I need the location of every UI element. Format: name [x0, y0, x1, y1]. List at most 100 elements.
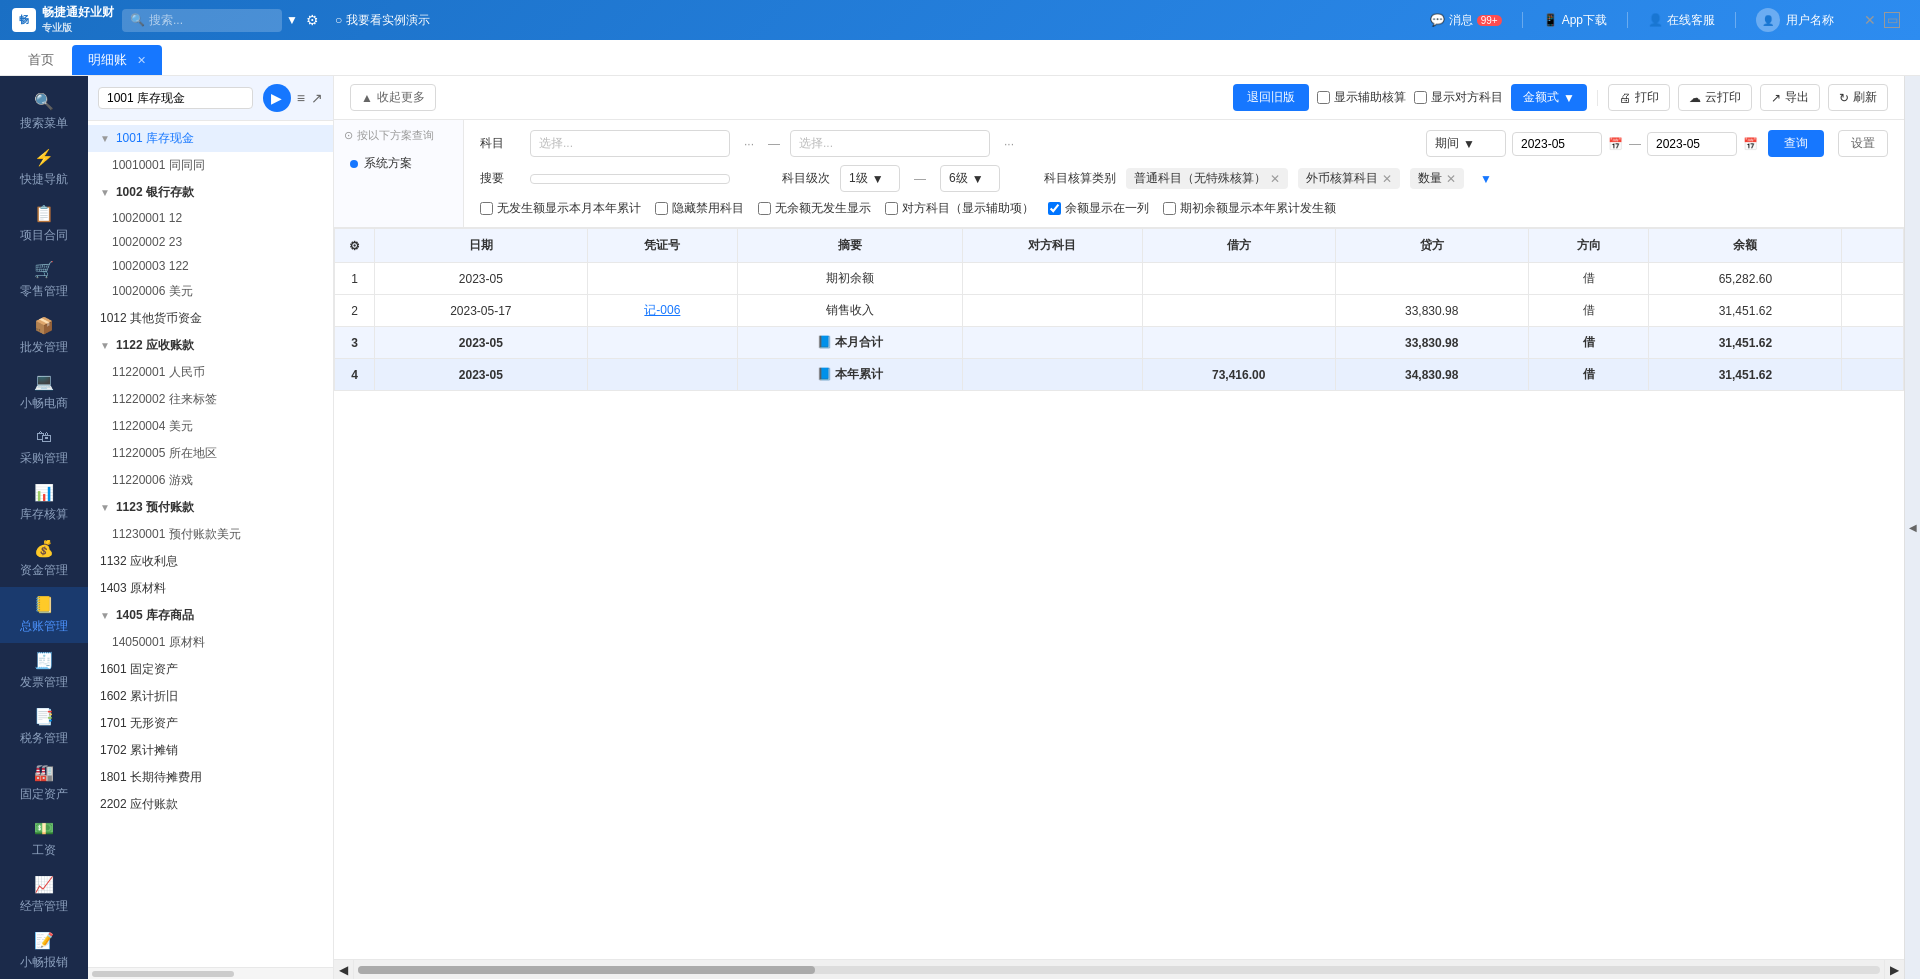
demo-btn[interactable]: ○ 我要看实例演示	[335, 12, 430, 29]
user-menu[interactable]: 👤 用户名称	[1756, 8, 1834, 32]
tree-item-1123[interactable]: ▼ 1123 预付账款	[88, 494, 333, 521]
level-start-select[interactable]: 1级 ▼	[840, 165, 900, 192]
level-end-select[interactable]: 6级 ▼	[940, 165, 1000, 192]
sidebar-item-search[interactable]: 🔍 搜索菜单	[0, 84, 88, 140]
cb-opening[interactable]: 期初余额显示本年累计发生额	[1163, 200, 1336, 217]
settings-btn[interactable]: 设置	[1838, 130, 1888, 157]
sidebar-item-ecommerce[interactable]: 💻 小畅电商	[0, 364, 88, 420]
hscroll-thumb[interactable]	[358, 966, 815, 974]
tree-item-11230001[interactable]: 11230001 预付账款美元	[88, 521, 333, 548]
return-old-btn[interactable]: 退回旧版	[1233, 84, 1309, 111]
topbar-arrow-icon[interactable]: ▼	[286, 13, 298, 27]
format-dropdown[interactable]: 金额式 ▼	[1511, 84, 1587, 111]
row2-voucher[interactable]: 记-006	[587, 295, 737, 327]
tree-item-1001[interactable]: ▼ 1001 库存现金	[88, 125, 333, 152]
tag1-close[interactable]: ✕	[1270, 172, 1280, 186]
show-aux-checkbox[interactable]: 显示辅助核算	[1317, 89, 1406, 106]
window-maximize-btn[interactable]: ▭	[1884, 12, 1900, 28]
cb-no-balance-check[interactable]	[758, 202, 771, 215]
tree-item-1012[interactable]: 1012 其他货币资金	[88, 305, 333, 332]
tree-item-2202[interactable]: 2202 应付账款	[88, 791, 333, 818]
tree-item-10010001[interactable]: 10010001 同同同	[88, 152, 333, 179]
sidebar-item-retail[interactable]: 🛒 零售管理	[0, 252, 88, 308]
expand-filter-icon[interactable]: ▼	[1480, 172, 1492, 186]
summary-input[interactable]	[530, 174, 730, 184]
tree-hscrollbar-thumb[interactable]	[92, 971, 234, 977]
period-end-input[interactable]	[1647, 132, 1737, 156]
tree-item-14050001[interactable]: 14050001 原材料	[88, 629, 333, 656]
sidebar-item-contract[interactable]: 📋 项目合同	[0, 196, 88, 252]
sidebar-item-quicknav[interactable]: ⚡ 快捷导航	[0, 140, 88, 196]
tree-item-10020003[interactable]: 10020003 122	[88, 254, 333, 278]
period-type-select[interactable]: 期间 ▼	[1426, 130, 1506, 157]
sidebar-item-purchase[interactable]: 🛍 采购管理	[0, 420, 88, 475]
cb-opening-check[interactable]	[1163, 202, 1176, 215]
sidebar-item-tax[interactable]: 📑 税务管理	[0, 699, 88, 755]
sidebar-item-operations[interactable]: 📈 经营管理	[0, 867, 88, 923]
sidebar-item-ledger[interactable]: 📒 总账管理	[0, 587, 88, 643]
subject-input[interactable]: 选择...	[530, 130, 730, 157]
period-start-input[interactable]	[1512, 132, 1602, 156]
window-close-btn[interactable]: ✕	[1862, 12, 1878, 28]
tag2-close[interactable]: ✕	[1382, 172, 1392, 186]
cb-balance-col[interactable]: 余额显示在一列	[1048, 200, 1149, 217]
cb-balance-col-check[interactable]	[1048, 202, 1061, 215]
message-btn[interactable]: 💬 消息 99+	[1430, 12, 1502, 29]
tree-item-11220002[interactable]: 11220002 往来标签	[88, 386, 333, 413]
cb-contra-check[interactable]	[885, 202, 898, 215]
subject-input2[interactable]: 选择...	[790, 130, 990, 157]
online-service-btn[interactable]: 👤 在线客服	[1648, 12, 1715, 29]
period-calendar-icon2[interactable]: 📅	[1743, 137, 1758, 151]
tree-item-11220001[interactable]: 11220001 人民币	[88, 359, 333, 386]
account-search-box[interactable]	[98, 87, 253, 109]
tree-item-1122[interactable]: ▼ 1122 应收账款	[88, 332, 333, 359]
tag3-close[interactable]: ✕	[1446, 172, 1456, 186]
cb-contra-subject[interactable]: 对方科目（显示辅助项）	[885, 200, 1034, 217]
export-btn[interactable]: ↗ 导出	[1760, 84, 1820, 111]
th-gear[interactable]: ⚙	[335, 229, 375, 263]
h-scrollbar[interactable]	[358, 966, 1880, 974]
sidebar-item-invoice[interactable]: 🧾 发票管理	[0, 643, 88, 699]
sidebar-item-assets[interactable]: 🏭 固定资产	[0, 755, 88, 811]
cb-hide-disabled[interactable]: 隐藏禁用科目	[655, 200, 744, 217]
hscroll-left-btn[interactable]: ◀	[334, 960, 354, 979]
topbar-search[interactable]: 🔍 搜索...	[122, 9, 282, 32]
tree-item-1801[interactable]: 1801 长期待摊费用	[88, 764, 333, 791]
cb-no-balance[interactable]: 无余额无发生显示	[758, 200, 871, 217]
tree-item-10020001[interactable]: 10020001 12	[88, 206, 333, 230]
tree-item-11220006[interactable]: 11220006 游戏	[88, 467, 333, 494]
more-btn[interactable]: ▲ 收起更多	[350, 84, 436, 111]
cb-no-amount[interactable]: 无发生额显示本月本年累计	[480, 200, 641, 217]
tree-hscrollbar[interactable]	[88, 967, 333, 979]
tab-detail[interactable]: 明细账 ✕	[72, 45, 162, 75]
print-btn[interactable]: 🖨 打印	[1608, 84, 1670, 111]
tab-close-icon[interactable]: ✕	[137, 54, 146, 66]
sidebar-item-salary[interactable]: 💵 工资	[0, 811, 88, 867]
tree-item-1002[interactable]: ▼ 1002 银行存款	[88, 179, 333, 206]
hscroll-right-btn[interactable]: ▶	[1884, 960, 1904, 979]
tree-item-1602[interactable]: 1602 累计折旧	[88, 683, 333, 710]
cb-hide-disabled-check[interactable]	[655, 202, 668, 215]
show-aux-check[interactable]	[1317, 91, 1330, 104]
tree-item-1701[interactable]: 1701 无形资产	[88, 710, 333, 737]
sidebar-item-report[interactable]: 📝 小畅报销	[0, 923, 88, 979]
settings-icon[interactable]: ⚙	[306, 12, 319, 28]
tree-item-1702[interactable]: 1702 累计摊销	[88, 737, 333, 764]
sidebar-item-wholesale[interactable]: 📦 批发管理	[0, 308, 88, 364]
refresh-btn[interactable]: ↻ 刷新	[1828, 84, 1888, 111]
right-panel-toggle[interactable]: ◀	[1904, 76, 1920, 979]
account-search-input[interactable]	[107, 91, 244, 105]
query-btn[interactable]: 查询	[1768, 130, 1824, 157]
tree-list-icon[interactable]: ≡	[297, 90, 305, 106]
tree-item-10020006[interactable]: 10020006 美元	[88, 278, 333, 305]
scheme-system[interactable]: 系统方案	[344, 151, 453, 176]
account-nav-arrow[interactable]: ▶	[263, 84, 291, 112]
tree-item-1403[interactable]: 1403 原材料	[88, 575, 333, 602]
sidebar-item-inventory[interactable]: 📊 库存核算	[0, 475, 88, 531]
cloud-print-btn[interactable]: ☁ 云打印	[1678, 84, 1752, 111]
tree-item-1601[interactable]: 1601 固定资产	[88, 656, 333, 683]
show-contra-checkbox[interactable]: 显示对方科目	[1414, 89, 1503, 106]
tree-item-11220005[interactable]: 11220005 所在地区	[88, 440, 333, 467]
sidebar-item-capital[interactable]: 💰 资金管理	[0, 531, 88, 587]
tree-item-1132[interactable]: 1132 应收利息	[88, 548, 333, 575]
